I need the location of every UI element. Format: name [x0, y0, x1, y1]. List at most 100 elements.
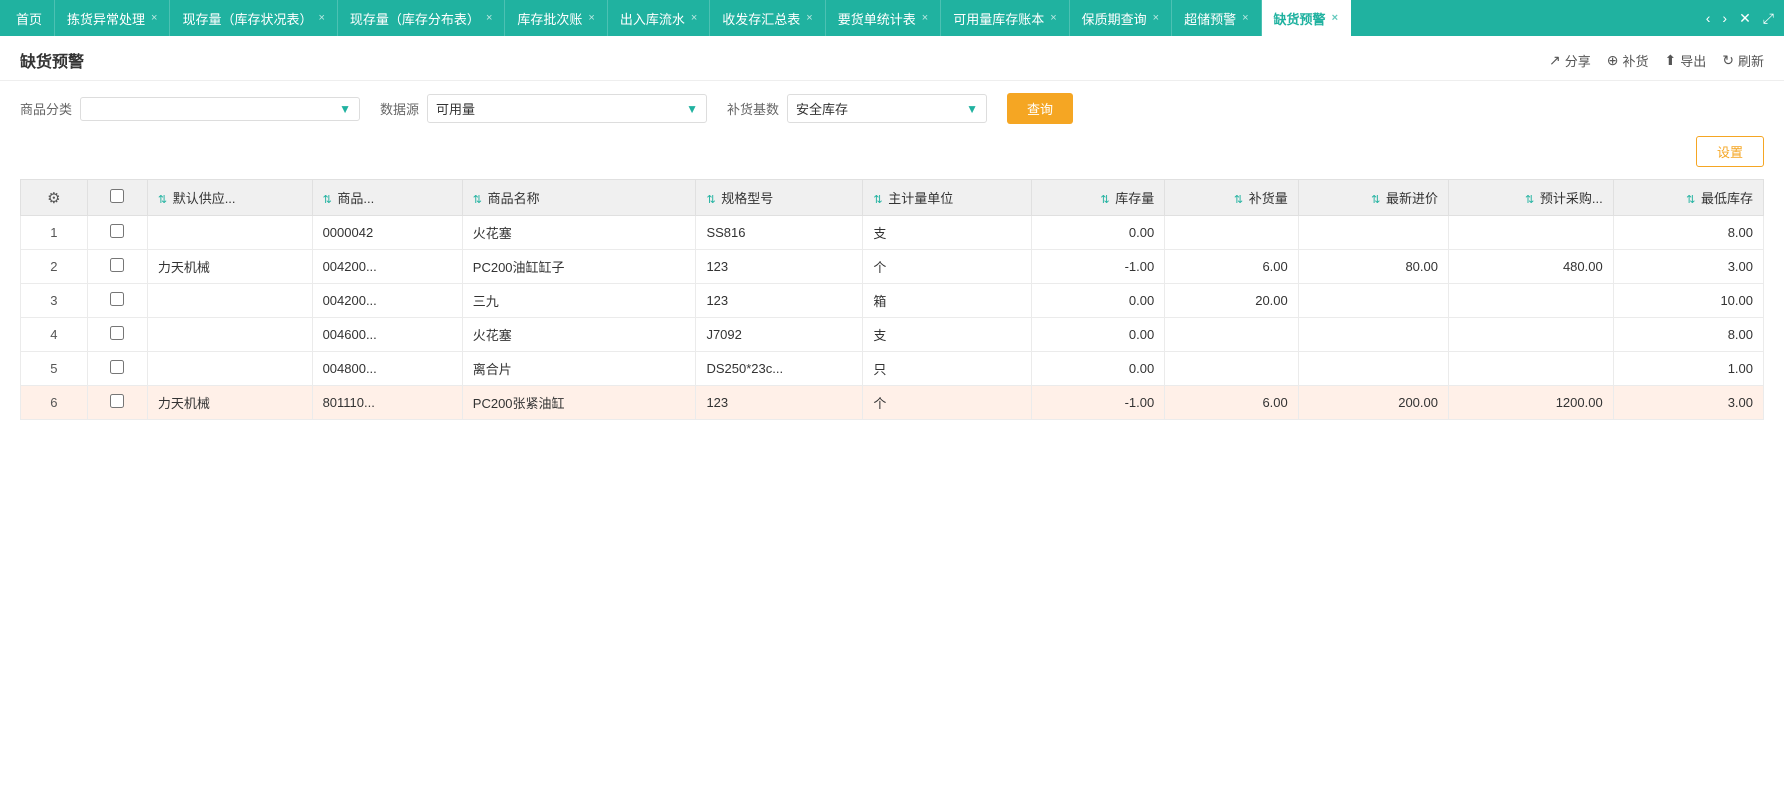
tab-stock-status[interactable]: 现存量（库存状况表） ×: [170, 0, 337, 36]
tab-inout-close[interactable]: ×: [691, 12, 697, 24]
th-estimated-purchase[interactable]: ⇅ 预计采购...: [1448, 180, 1613, 216]
cell-estimated-purchase: 1200.00: [1448, 386, 1613, 420]
cell-min-stock: 1.00: [1613, 352, 1763, 386]
replenish-button[interactable]: ⊕ 补货: [1607, 51, 1649, 70]
cell-estimated-purchase: [1448, 216, 1613, 250]
tab-batch[interactable]: 库存批次账 ×: [505, 0, 607, 36]
replenish-base-arrow: ▼: [966, 102, 978, 116]
filter-row: 商品分类 ▼ 数据源 可用量 ▼ 补货基数 安全库存 ▼ 查询: [0, 81, 1784, 136]
tab-exception-close[interactable]: ×: [151, 12, 157, 24]
tab-exception[interactable]: 拣货异常处理 ×: [55, 0, 170, 36]
share-button[interactable]: ↗ 分享: [1549, 51, 1591, 70]
cell-replenish: 6.00: [1165, 386, 1299, 420]
tab-inout-flow[interactable]: 出入库流水 ×: [608, 0, 710, 36]
cell-stock: -1.00: [1031, 386, 1165, 420]
table-row: 4 004600... 火花塞 J7092 支 0.00 8.00: [21, 318, 1764, 352]
refresh-button[interactable]: ↻ 刷新: [1722, 51, 1764, 70]
th-name[interactable]: ⇅ 商品名称: [462, 180, 696, 216]
share-icon: ↗: [1549, 52, 1561, 69]
th-checkbox: [87, 180, 147, 216]
sort-icon-unit: ⇅: [873, 194, 882, 206]
category-filter-group: 商品分类 ▼: [20, 97, 360, 121]
tab-home[interactable]: 首页: [4, 0, 55, 36]
tab-demand-stats[interactable]: 要货单统计表 ×: [826, 0, 941, 36]
cell-code: 801110...: [312, 386, 462, 420]
tab-next-button[interactable]: ›: [1716, 6, 1733, 30]
th-replenish[interactable]: ⇅ 补货量: [1165, 180, 1299, 216]
tab-stock-dist[interactable]: 现存量（库存分布表） ×: [338, 0, 505, 36]
tab-overstock-close[interactable]: ×: [1242, 12, 1248, 24]
row-checkbox[interactable]: [110, 292, 124, 306]
cell-num: 2: [21, 250, 88, 284]
cell-unit: 支: [863, 318, 1031, 352]
th-supplier[interactable]: ⇅ 默认供应...: [147, 180, 312, 216]
tab-prev-button[interactable]: ‹: [1700, 6, 1717, 30]
query-button[interactable]: 查询: [1007, 93, 1073, 124]
row-checkbox[interactable]: [110, 224, 124, 238]
th-latest-price[interactable]: ⇅ 最新进价: [1298, 180, 1448, 216]
th-unit[interactable]: ⇅ 主计量单位: [863, 180, 1031, 216]
table-row: 3 004200... 三九 123 箱 0.00 20.00 10.00: [21, 284, 1764, 318]
cell-name: PC200油缸缸子: [462, 250, 696, 284]
tab-batch-close[interactable]: ×: [588, 12, 594, 24]
th-min-stock[interactable]: ⇅ 最低库存: [1613, 180, 1763, 216]
cell-spec: 123: [696, 250, 863, 284]
row-checkbox[interactable]: [110, 394, 124, 408]
th-settings: ⚙: [21, 180, 88, 216]
cell-replenish: 6.00: [1165, 250, 1299, 284]
tab-expand-button[interactable]: ⤢: [1757, 6, 1780, 31]
row-checkbox[interactable]: [110, 360, 124, 374]
tab-close-all-button[interactable]: ✕: [1733, 6, 1757, 31]
tab-shortage-close[interactable]: ×: [1332, 12, 1338, 24]
tab-receive-summary[interactable]: 收发存汇总表 ×: [710, 0, 825, 36]
settings-button[interactable]: 设置: [1696, 136, 1764, 167]
cell-name: 三九: [462, 284, 696, 318]
page-header: 缺货预警 ↗ 分享 ⊕ 补货 ⬆ 导出 ↻ 刷新: [0, 36, 1784, 81]
cell-unit: 箱: [863, 284, 1031, 318]
cell-latest-price: 80.00: [1298, 250, 1448, 284]
data-table: ⚙ ⇅ 默认供应... ⇅ 商品... ⇅: [20, 179, 1764, 420]
tab-shortage[interactable]: 缺货预警 ×: [1262, 0, 1351, 36]
export-button[interactable]: ⬆ 导出: [1665, 51, 1707, 70]
cell-latest-price: [1298, 318, 1448, 352]
cell-code: 004800...: [312, 352, 462, 386]
sort-icon-code: ⇅: [323, 194, 332, 206]
tab-stock-dist-close[interactable]: ×: [486, 12, 492, 24]
table-container: ⚙ ⇅ 默认供应... ⇅ 商品... ⇅: [0, 179, 1784, 420]
tab-receive-close[interactable]: ×: [806, 12, 812, 24]
cell-num: 4: [21, 318, 88, 352]
cell-replenish: [1165, 216, 1299, 250]
tab-stock-status-close[interactable]: ×: [318, 12, 324, 24]
select-all-checkbox[interactable]: [110, 189, 124, 203]
th-code[interactable]: ⇅ 商品...: [312, 180, 462, 216]
header-actions: ↗ 分享 ⊕ 补货 ⬆ 导出 ↻ 刷新: [1549, 51, 1764, 70]
cell-code: 004600...: [312, 318, 462, 352]
cell-latest-price: 200.00: [1298, 386, 1448, 420]
tab-bar: 首页 拣货异常处理 × 现存量（库存状况表） × 现存量（库存分布表） × 库存…: [0, 0, 1784, 36]
tab-available-close[interactable]: ×: [1050, 12, 1056, 24]
tab-expiry[interactable]: 保质期查询 ×: [1070, 0, 1172, 36]
category-select[interactable]: ▼: [80, 97, 360, 121]
row-checkbox[interactable]: [110, 258, 124, 272]
replenish-base-select[interactable]: 安全库存 ▼: [787, 94, 987, 123]
tab-overstock[interactable]: 超储预警 ×: [1172, 0, 1261, 36]
th-stock[interactable]: ⇅ 库存量: [1031, 180, 1165, 216]
gear-icon[interactable]: ⚙: [47, 189, 60, 207]
tab-available-ledger[interactable]: 可用量库存账本 ×: [941, 0, 1069, 36]
sort-icon-minstock: ⇅: [1686, 194, 1695, 206]
th-spec[interactable]: ⇅ 规格型号: [696, 180, 863, 216]
datasource-filter-group: 数据源 可用量 ▼: [380, 94, 707, 123]
cell-min-stock: 8.00: [1613, 318, 1763, 352]
cell-replenish: [1165, 318, 1299, 352]
tab-nav-buttons: ‹ › ✕ ⤢: [1700, 6, 1780, 31]
cell-unit: 只: [863, 352, 1031, 386]
tab-expiry-close[interactable]: ×: [1153, 12, 1159, 24]
cell-code: 0000042: [312, 216, 462, 250]
cell-code: 004200...: [312, 284, 462, 318]
cell-supplier: [147, 318, 312, 352]
sort-icon-supplier: ⇅: [158, 194, 167, 206]
tab-demand-close[interactable]: ×: [922, 12, 928, 24]
refresh-icon: ↻: [1722, 52, 1734, 69]
row-checkbox[interactable]: [110, 326, 124, 340]
datasource-select[interactable]: 可用量 ▼: [427, 94, 707, 123]
